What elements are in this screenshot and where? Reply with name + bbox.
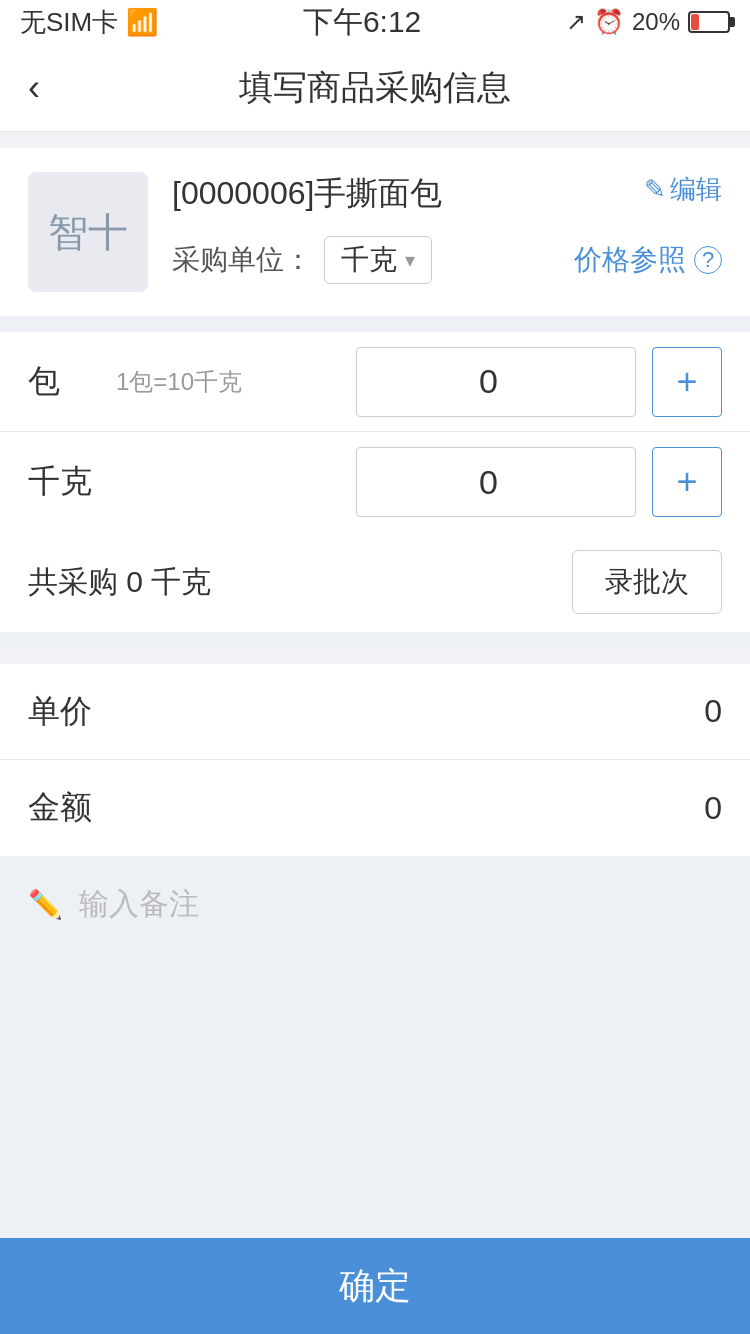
- input-section: 包 1包=10千克 + 千克 +: [0, 332, 750, 532]
- edit-button[interactable]: ✎ 编辑: [644, 172, 722, 207]
- price-section: 单价 0 金额 0: [0, 664, 750, 856]
- kg-label: 千克: [28, 460, 108, 504]
- carrier-text: 无SIM卡: [20, 5, 118, 40]
- status-right: ↗ ⏰ 20%: [566, 8, 730, 36]
- status-left: 无SIM卡 📶: [20, 5, 158, 40]
- remark-section[interactable]: ✏️ 输入备注: [0, 856, 750, 953]
- divider-2: [0, 632, 750, 648]
- alarm-icon: ⏰: [594, 8, 624, 36]
- back-button[interactable]: ‹: [28, 67, 40, 109]
- remark-placeholder: 输入备注: [79, 884, 199, 925]
- bao-label: 包: [28, 360, 108, 404]
- price-reference-button[interactable]: 价格参照 ?: [574, 241, 722, 279]
- status-time: 下午6:12: [303, 2, 421, 43]
- confirm-button[interactable]: 确定: [0, 1238, 750, 1334]
- divider-1: [0, 316, 750, 332]
- kg-input-row: 千克 +: [0, 432, 750, 532]
- kg-plus-button[interactable]: +: [652, 447, 722, 517]
- nav-bar: ‹ 填写商品采购信息: [0, 44, 750, 132]
- battery-percentage: 20%: [632, 8, 680, 36]
- amount-row: 金额 0: [0, 760, 750, 856]
- content-fill: [0, 953, 750, 1253]
- location-icon: ↗: [566, 8, 586, 36]
- wifi-icon: 📶: [126, 7, 158, 38]
- product-info: [0000006]手撕面包 ✎ 编辑 采购单位： 千克 ▾ 价格参照 ?: [172, 172, 722, 284]
- amount-value: 0: [704, 790, 722, 827]
- summary-row: 共采购 0 千克 录批次: [0, 532, 750, 632]
- unit-label: 采购单位：: [172, 244, 312, 275]
- batch-button[interactable]: 录批次: [572, 550, 722, 614]
- bao-plus-button[interactable]: +: [652, 347, 722, 417]
- product-image: 智十: [28, 172, 148, 292]
- unit-price-value: 0: [704, 693, 722, 730]
- kg-input[interactable]: [356, 447, 636, 517]
- pencil-icon: ✏️: [28, 888, 63, 921]
- summary-text: 共采购 0 千克: [28, 562, 211, 603]
- help-icon: ?: [694, 246, 722, 274]
- bao-input[interactable]: [356, 347, 636, 417]
- product-card: 智十 [0000006]手撕面包 ✎ 编辑 采购单位： 千克 ▾ 价格参照 ?: [0, 148, 750, 316]
- status-bar: 无SIM卡 📶 下午6:12 ↗ ⏰ 20%: [0, 0, 750, 44]
- product-logo: 智十: [48, 205, 128, 260]
- edit-icon: ✎: [644, 174, 666, 205]
- chevron-down-icon: ▾: [405, 248, 415, 272]
- page-title: 填写商品采购信息: [239, 65, 511, 111]
- unit-selector[interactable]: 千克 ▾: [324, 236, 432, 284]
- bao-input-row: 包 1包=10千克 +: [0, 332, 750, 432]
- product-name: [0000006]手撕面包: [172, 172, 442, 216]
- unit-price-row: 单价 0: [0, 664, 750, 760]
- amount-label: 金额: [28, 786, 92, 830]
- unit-price-label: 单价: [28, 690, 92, 734]
- battery-icon: [688, 11, 730, 33]
- bao-sublabel: 1包=10千克: [116, 366, 242, 398]
